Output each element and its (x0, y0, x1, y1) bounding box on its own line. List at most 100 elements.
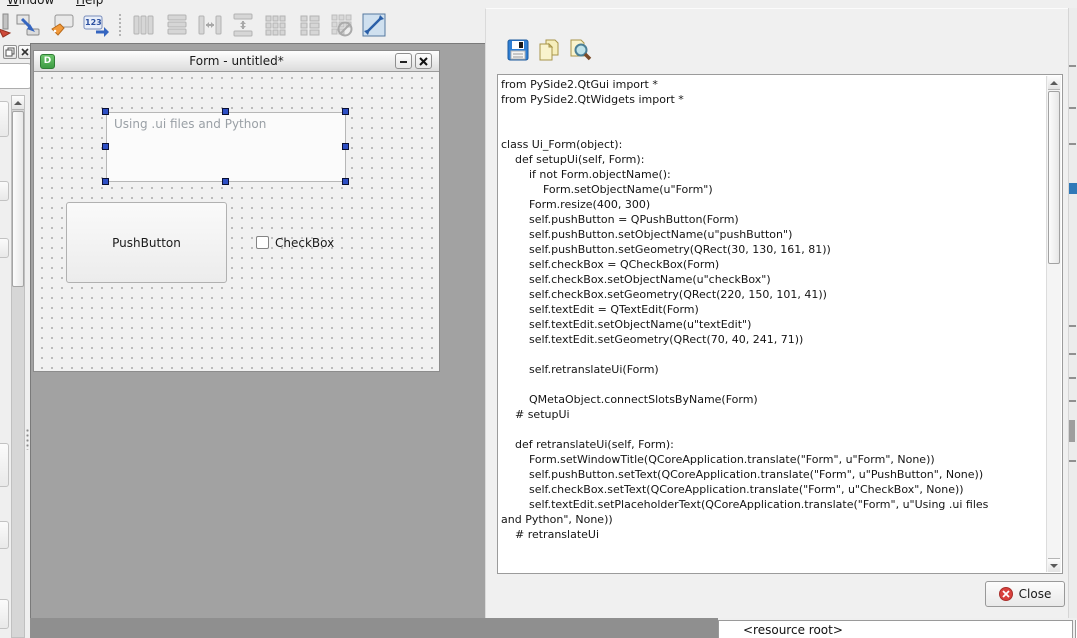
selection-handle[interactable] (222, 108, 229, 115)
code-line: class Ui_Form(object): (501, 137, 1045, 152)
widget-box-search-input[interactable] (0, 63, 32, 89)
textedit-placeholder: Using .ui files and Python (114, 117, 266, 131)
find-button[interactable] (567, 37, 593, 63)
find-icon (567, 38, 593, 62)
widget-box-category[interactable] (0, 521, 9, 549)
code-line: self.textEdit.setPlaceholderText(QCoreAp… (501, 497, 1045, 512)
panel-row-mark (1069, 353, 1076, 355)
down-arrow-icon (1050, 564, 1058, 568)
widget-box-category[interactable] (0, 181, 9, 201)
code-line: from PySide2.QtGui import * (501, 77, 1045, 92)
layout-form-icon (297, 12, 323, 38)
selection-handle[interactable] (342, 108, 349, 115)
code-scrollbar[interactable] (1046, 76, 1061, 572)
selection-handle[interactable] (222, 178, 229, 185)
layout-horizontal-splitter-icon (197, 12, 223, 38)
toolbar-separator (119, 14, 121, 38)
code-line: self.checkBox = QCheckBox(Form) (501, 257, 1045, 272)
toolbar-button-layout-grid[interactable] (262, 11, 290, 39)
widget-box-category[interactable] (0, 443, 9, 487)
save-icon (506, 38, 530, 62)
dock-splitter-handle[interactable] (26, 428, 29, 450)
panel-selected-row[interactable] (1069, 183, 1077, 194)
code-line: and Python", None)) (501, 512, 1045, 527)
widget-box-category[interactable] (0, 599, 9, 629)
selection-handle[interactable] (102, 108, 109, 115)
form-minimize-button[interactable] (395, 53, 412, 69)
widget-box-category[interactable] (0, 101, 9, 137)
selection-handle[interactable] (342, 178, 349, 185)
layout-grid-icon (263, 12, 289, 38)
code-line: self.textEdit.setGeometry(QRect(70, 40, … (501, 332, 1045, 347)
scrollbar-thumb[interactable] (1048, 91, 1060, 264)
copy-button[interactable] (536, 37, 562, 63)
form-close-button[interactable] (415, 53, 432, 69)
adjust-size-icon (361, 12, 387, 38)
code-line: Form.setWindowTitle(QCoreApplication.tra… (501, 452, 1045, 467)
form-canvas[interactable]: Using .ui files and Python PushButton Ch… (34, 72, 439, 371)
toolbar-button-edit-buddies[interactable] (49, 11, 77, 39)
dock-float-button[interactable] (3, 45, 17, 59)
menu-help[interactable]: Help (76, 0, 103, 7)
checkbox-label: CheckBox (275, 236, 334, 250)
mdi-bottom-band (30, 618, 718, 638)
toolbar-button-layout-horizontal[interactable] (130, 11, 158, 39)
up-arrow-icon (14, 101, 22, 105)
code-view[interactable]: from PySide2.QtGui import *from PySide2.… (497, 74, 1063, 574)
code-line: if not Form.objectName(): (501, 167, 1045, 182)
code-line (501, 347, 1045, 362)
toolbar-button-layout-form[interactable] (296, 11, 324, 39)
toolbar-button-break-layout[interactable] (328, 11, 356, 39)
form-editor-window: D Form - untitled* Using .ui files and P… (33, 50, 440, 372)
toolbar-button-layout-vertical[interactable] (163, 11, 191, 39)
break-layout-icon (329, 12, 355, 38)
code-line (501, 422, 1045, 437)
layout-horizontal-icon (131, 12, 157, 38)
code-line (501, 122, 1045, 137)
right-edge-panel (1068, 8, 1077, 618)
widget-box-scrollbar[interactable] (11, 95, 25, 638)
menu-window[interactable]: Window (7, 0, 54, 7)
scroll-down-button[interactable] (1048, 558, 1060, 572)
resource-browser-panel: <resource root> (718, 620, 1073, 638)
panel-row-mark (1069, 143, 1076, 145)
toolbar-button-lower-widget[interactable] (14, 11, 42, 39)
form-pushbutton-widget[interactable]: PushButton (66, 202, 227, 283)
code-line: self.pushButton.setGeometry(QRect(30, 13… (501, 242, 1045, 257)
selection-handle[interactable] (102, 143, 109, 150)
toolbar-button-edit-tab-order[interactable]: 123 (82, 11, 110, 39)
code-line (501, 377, 1045, 392)
code-preview-dialog: from PySide2.QtGui import *from PySide2.… (485, 8, 1068, 618)
save-button[interactable] (505, 37, 531, 63)
code-line: self.pushButton.setText(QCoreApplication… (501, 467, 1045, 482)
scroll-up-button[interactable] (1048, 76, 1060, 90)
widget-box-dock (0, 43, 30, 638)
panel-scroll-thumb[interactable] (1069, 420, 1075, 442)
code-text: from PySide2.QtGui import *from PySide2.… (501, 77, 1045, 571)
widget-box-category[interactable] (0, 238, 9, 258)
form-window-titlebar[interactable]: D Form - untitled* (34, 51, 439, 72)
code-line: self.pushButton = QPushButton(Form) (501, 212, 1045, 227)
form-textedit-widget[interactable]: Using .ui files and Python (106, 112, 346, 182)
code-line: self.checkBox.setText(QCoreApplication.t… (501, 482, 1045, 497)
up-arrow-icon (1050, 81, 1058, 85)
form-window-title: Form - untitled* (34, 54, 439, 68)
tab-order-label: 123 (85, 18, 102, 27)
toolbar-button-adjust-size[interactable] (360, 11, 388, 39)
selection-handle[interactable] (102, 178, 109, 185)
selection-handle[interactable] (342, 143, 349, 150)
close-button[interactable]: Close (985, 581, 1065, 607)
code-line: def setupUi(self, Form): (501, 152, 1045, 167)
code-line: def retranslateUi(self, Form): (501, 437, 1045, 452)
resource-root-item[interactable]: <resource root> (743, 623, 843, 637)
scroll-up-button[interactable] (12, 96, 24, 110)
scrollbar-thumb[interactable] (12, 111, 24, 287)
toolbar-button-layout-horizontal-splitter[interactable] (196, 11, 224, 39)
panel-row-mark (1069, 377, 1076, 379)
edit-buddies-icon (50, 12, 76, 38)
toolbar-button-layout-vertical-splitter[interactable] (229, 11, 257, 39)
layout-vertical-splitter-icon (230, 12, 256, 38)
checkbox-indicator[interactable] (256, 236, 269, 249)
form-checkbox-widget[interactable]: CheckBox (256, 222, 357, 263)
pushbutton-label: PushButton (112, 236, 181, 250)
